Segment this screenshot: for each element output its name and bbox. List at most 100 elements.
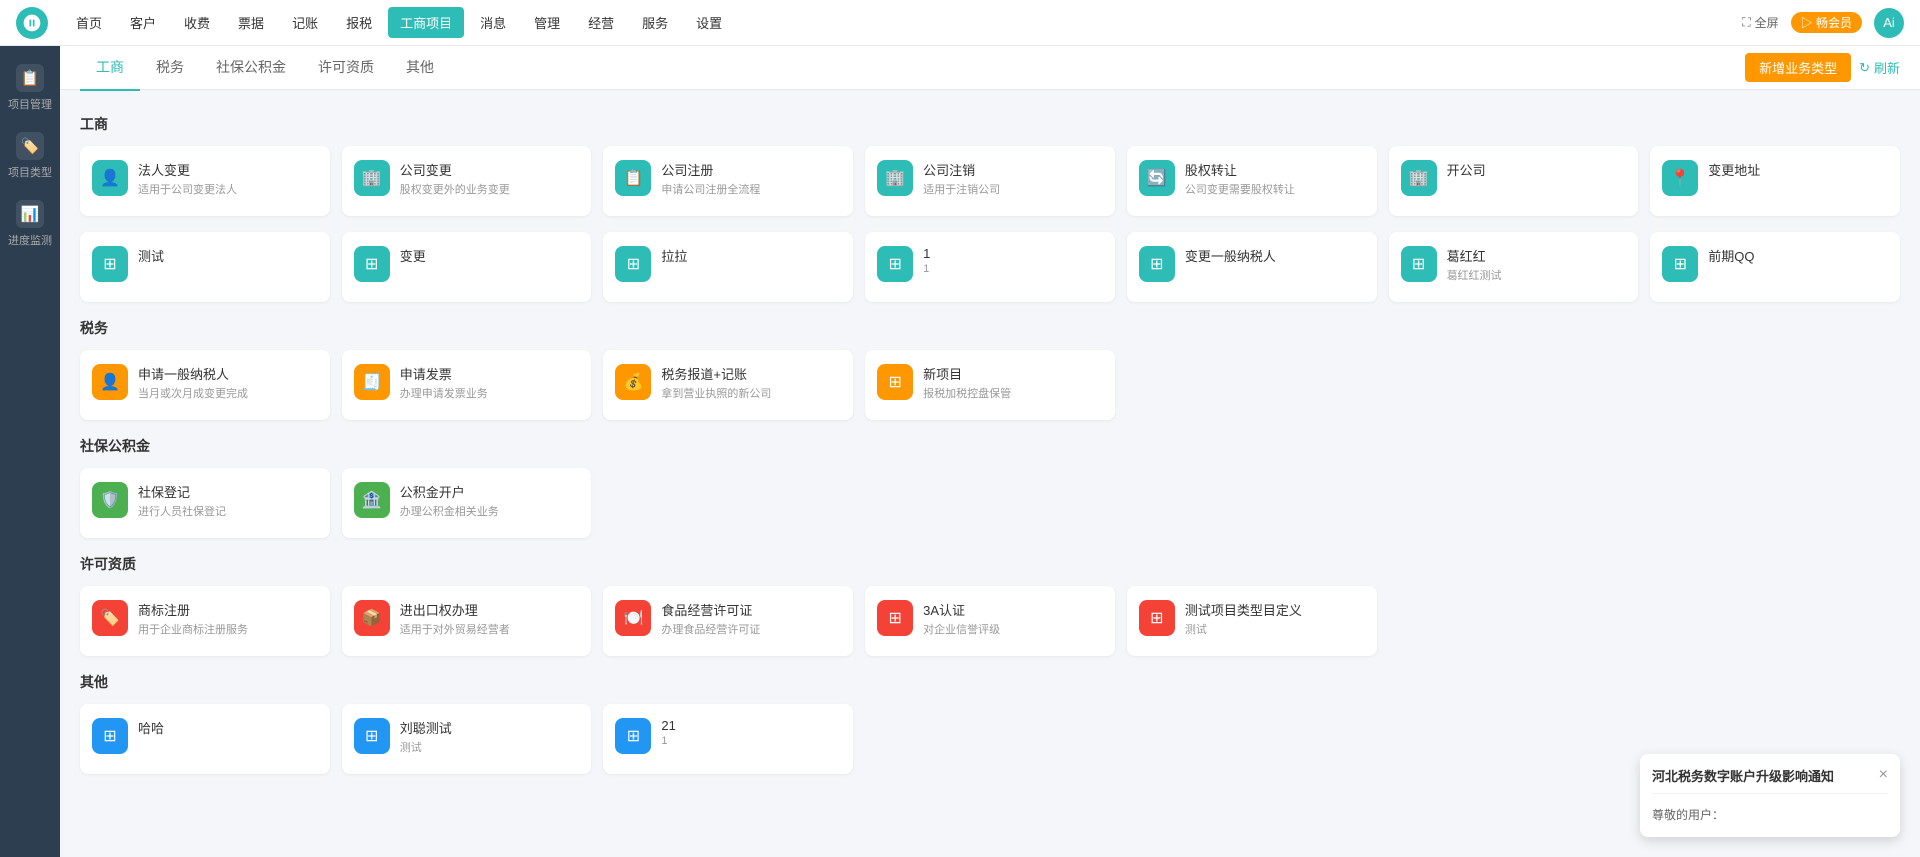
gongsi-zhuce-icon: 📋 <box>615 160 651 196</box>
tab-actions: 新增业务类型 ↻ 刷新 <box>1745 53 1900 82</box>
card-gehonghong[interactable]: ⊞ 葛红红 葛红红测试 <box>1389 232 1639 302</box>
fullscreen-btn[interactable]: ⛶ 全屏 <box>1742 14 1778 31</box>
card-shenqing-nashui[interactable]: 👤 申请一般纳税人 当月或次月成变更完成 <box>80 350 330 420</box>
cards-grid-gongshang-2: ⊞ 测试 ⊞ 变更 ⊞ 拉拉 ⊞ <box>80 232 1900 302</box>
gongjijin-kaihu-icon: 🏦 <box>354 482 390 518</box>
shenqing-nashui-icon: 👤 <box>92 364 128 400</box>
card-shipin-jingying[interactable]: 🍽️ 食品经营许可证 办理食品经营许可证 <box>603 586 853 656</box>
refresh-button[interactable]: ↻ 刷新 <box>1859 58 1900 77</box>
tab-gongshang[interactable]: 工商 <box>80 45 140 91</box>
shangbiao-zhuce-icon: 🏷️ <box>92 600 128 636</box>
shenqing-fapiao-title: 申请发票 <box>400 364 580 383</box>
nav-service[interactable]: 服务 <box>630 7 680 38</box>
jinchukouquan-title: 进出口权办理 <box>400 600 580 619</box>
card-21[interactable]: ⊞ 21 1 <box>603 704 853 774</box>
card-jinchukouquan[interactable]: 📦 进出口权办理 适用于对外贸易经营者 <box>342 586 592 656</box>
card-guquan-zhuanrang[interactable]: 🔄 股权转让 公司变更需要股权转让 <box>1127 146 1377 216</box>
one-desc: 1 <box>923 263 1103 275</box>
card-gongsi-zhuxiao[interactable]: 🏢 公司注销 适用于注销公司 <box>865 146 1115 216</box>
liucong-ceshi-desc: 测试 <box>400 739 580 755</box>
card-kai-gongsi[interactable]: 🏢 开公司 <box>1389 146 1639 216</box>
tab-qita[interactable]: 其他 <box>390 45 450 91</box>
sidebar-label-project-type: 项目类型 <box>8 164 52 180</box>
vip-button[interactable]: ▷ 畅会员 <box>1791 12 1862 33</box>
cards-grid-gongshang-1: 👤 法人变更 适用于公司变更法人 🏢 公司变更 股权变更外的业务变更 📋 公司注… <box>80 146 1900 216</box>
section-title-shebao: 社保公积金 <box>80 436 1900 456</box>
card-shangbiao-zhuce[interactable]: 🏷️ 商标注册 用于企业商标注册服务 <box>80 586 330 656</box>
logo[interactable] <box>16 7 48 39</box>
shuiwu-baodao-text: 税务报道+记账 拿到营业执照的新公司 <box>661 364 841 401</box>
shenqing-nashui-desc: 当月或次月成变更完成 <box>138 385 318 401</box>
nav-operation[interactable]: 经营 <box>576 7 626 38</box>
card-xin-xiangmu[interactable]: ⊞ 新项目 报税加税控盘保管 <box>865 350 1115 420</box>
card-gongsi-biangeng[interactable]: 🏢 公司变更 股权变更外的业务变更 <box>342 146 592 216</box>
nav-bookkeeping[interactable]: 记账 <box>280 7 330 38</box>
card-shebao-dengji[interactable]: 🛡️ 社保登记 进行人员社保登记 <box>80 468 330 538</box>
shenqing-nashui-text: 申请一般纳税人 当月或次月成变更完成 <box>138 364 318 401</box>
gongsi-biangeng-icon: 🏢 <box>354 160 390 196</box>
card-shuiwu-baodao[interactable]: 💰 税务报道+记账 拿到营业执照的新公司 <box>603 350 853 420</box>
nav-ticket[interactable]: 票据 <box>226 7 276 38</box>
card-lala[interactable]: ⊞ 拉拉 <box>603 232 853 302</box>
guquan-title: 股权转让 <box>1185 160 1365 179</box>
card-haha[interactable]: ⊞ 哈哈 <box>80 704 330 774</box>
shenqing-nashui-title: 申请一般纳税人 <box>138 364 318 383</box>
card-biangeng-nashui[interactable]: ⊞ 变更一般纳税人 <box>1127 232 1377 302</box>
sidebar-item-project-manage[interactable]: 📋 项目管理 <box>0 54 60 122</box>
ceshi-leixing-icon: ⊞ <box>1139 600 1175 636</box>
card-one[interactable]: ⊞ 1 1 <box>865 232 1115 302</box>
shenqing-fapiao-desc: 办理申请发票业务 <box>400 385 580 401</box>
ceshi-text: 测试 <box>138 246 318 267</box>
guquan-desc: 公司变更需要股权转让 <box>1185 181 1365 197</box>
fullscreen-label: 全屏 <box>1755 14 1779 31</box>
notif-close-button[interactable]: × <box>1879 766 1888 784</box>
kai-gongsi-icon: 🏢 <box>1401 160 1437 196</box>
tab-shuiwu[interactable]: 税务 <box>140 45 200 91</box>
nav-fee[interactable]: 收费 <box>172 7 222 38</box>
nav-message[interactable]: 消息 <box>468 7 518 38</box>
vip-icon: ▷ <box>1801 16 1813 30</box>
card-ceshi[interactable]: ⊞ 测试 <box>80 232 330 302</box>
tab-shebao[interactable]: 社保公积金 <box>200 45 302 91</box>
lala-title: 拉拉 <box>661 246 841 265</box>
card-shenqing-fapiao[interactable]: 🧾 申请发票 办理申请发票业务 <box>342 350 592 420</box>
biangeng-dizhi-text: 变更地址 <box>1708 160 1888 181</box>
card-gongjijin-kaihu[interactable]: 🏦 公积金开户 办理公积金相关业务 <box>342 468 592 538</box>
biangeng-dizhi-icon: 📍 <box>1662 160 1698 196</box>
card-3a-renzheng[interactable]: ⊞ 3A认证 对企业信誉评级 <box>865 586 1115 656</box>
card-liucong-ceshi[interactable]: ⊞ 刘聪测试 测试 <box>342 704 592 774</box>
notification-popup: 河北税务数字账户升级影响通知 × 尊敬的用户： <box>1640 754 1900 837</box>
jinchukouquan-text: 进出口权办理 适用于对外贸易经营者 <box>400 600 580 637</box>
cards-grid-xuke: 🏷️ 商标注册 用于企业商标注册服务 📦 进出口权办理 适用于对外贸易经营者 🍽… <box>80 586 1900 656</box>
avatar[interactable]: Ai <box>1874 8 1904 38</box>
nav-business[interactable]: 工商项目 <box>388 7 464 38</box>
biangeng2-icon: ⊞ <box>354 246 390 282</box>
cards-grid-shuiwu: 👤 申请一般纳税人 当月或次月成变更完成 🧾 申请发票 办理申请发票业务 💰 税… <box>80 350 1900 420</box>
sidebar-item-progress-monitor[interactable]: 📊 进度监测 <box>0 190 60 258</box>
card-qianqi-qq[interactable]: ⊞ 前期QQ <box>1650 232 1900 302</box>
biangeng-nashui-text: 变更一般纳税人 <box>1185 246 1365 267</box>
nav-settings[interactable]: 设置 <box>684 7 734 38</box>
cards-grid-qita: ⊞ 哈哈 ⊞ 刘聪测试 测试 ⊞ 21 1 <box>80 704 1900 774</box>
nav-home[interactable]: 首页 <box>64 7 114 38</box>
card-biangeng-dizhi[interactable]: 📍 变更地址 <box>1650 146 1900 216</box>
card-ceshi-leixing[interactable]: ⊞ 测试项目类型目定义 测试 <box>1127 586 1377 656</box>
gongsi-zhuxiao-desc: 适用于注销公司 <box>923 181 1103 197</box>
sidebar-item-project-type[interactable]: 🏷️ 项目类型 <box>0 122 60 190</box>
tab-xuke[interactable]: 许可资质 <box>302 45 390 91</box>
card-gongsi-zhuce[interactable]: 📋 公司注册 申请公司注册全流程 <box>603 146 853 216</box>
card-fazren-biangeng[interactable]: 👤 法人变更 适用于公司变更法人 <box>80 146 330 216</box>
21-text: 21 1 <box>661 718 841 747</box>
nav-manage[interactable]: 管理 <box>522 7 572 38</box>
shebao-dengji-desc: 进行人员社保登记 <box>138 503 318 519</box>
kai-gongsi-title: 开公司 <box>1447 160 1627 179</box>
21-title: 21 <box>661 718 841 733</box>
guquan-icon: 🔄 <box>1139 160 1175 196</box>
new-type-button[interactable]: 新增业务类型 <box>1745 53 1851 82</box>
gehonghong-desc: 葛红红测试 <box>1447 267 1627 283</box>
nav-customer[interactable]: 客户 <box>118 7 168 38</box>
nav-tax[interactable]: 报税 <box>334 7 384 38</box>
gongsi-zhuxiao-text: 公司注销 适用于注销公司 <box>923 160 1103 197</box>
card-biangeng2[interactable]: ⊞ 变更 <box>342 232 592 302</box>
biangeng-nashui-icon: ⊞ <box>1139 246 1175 282</box>
